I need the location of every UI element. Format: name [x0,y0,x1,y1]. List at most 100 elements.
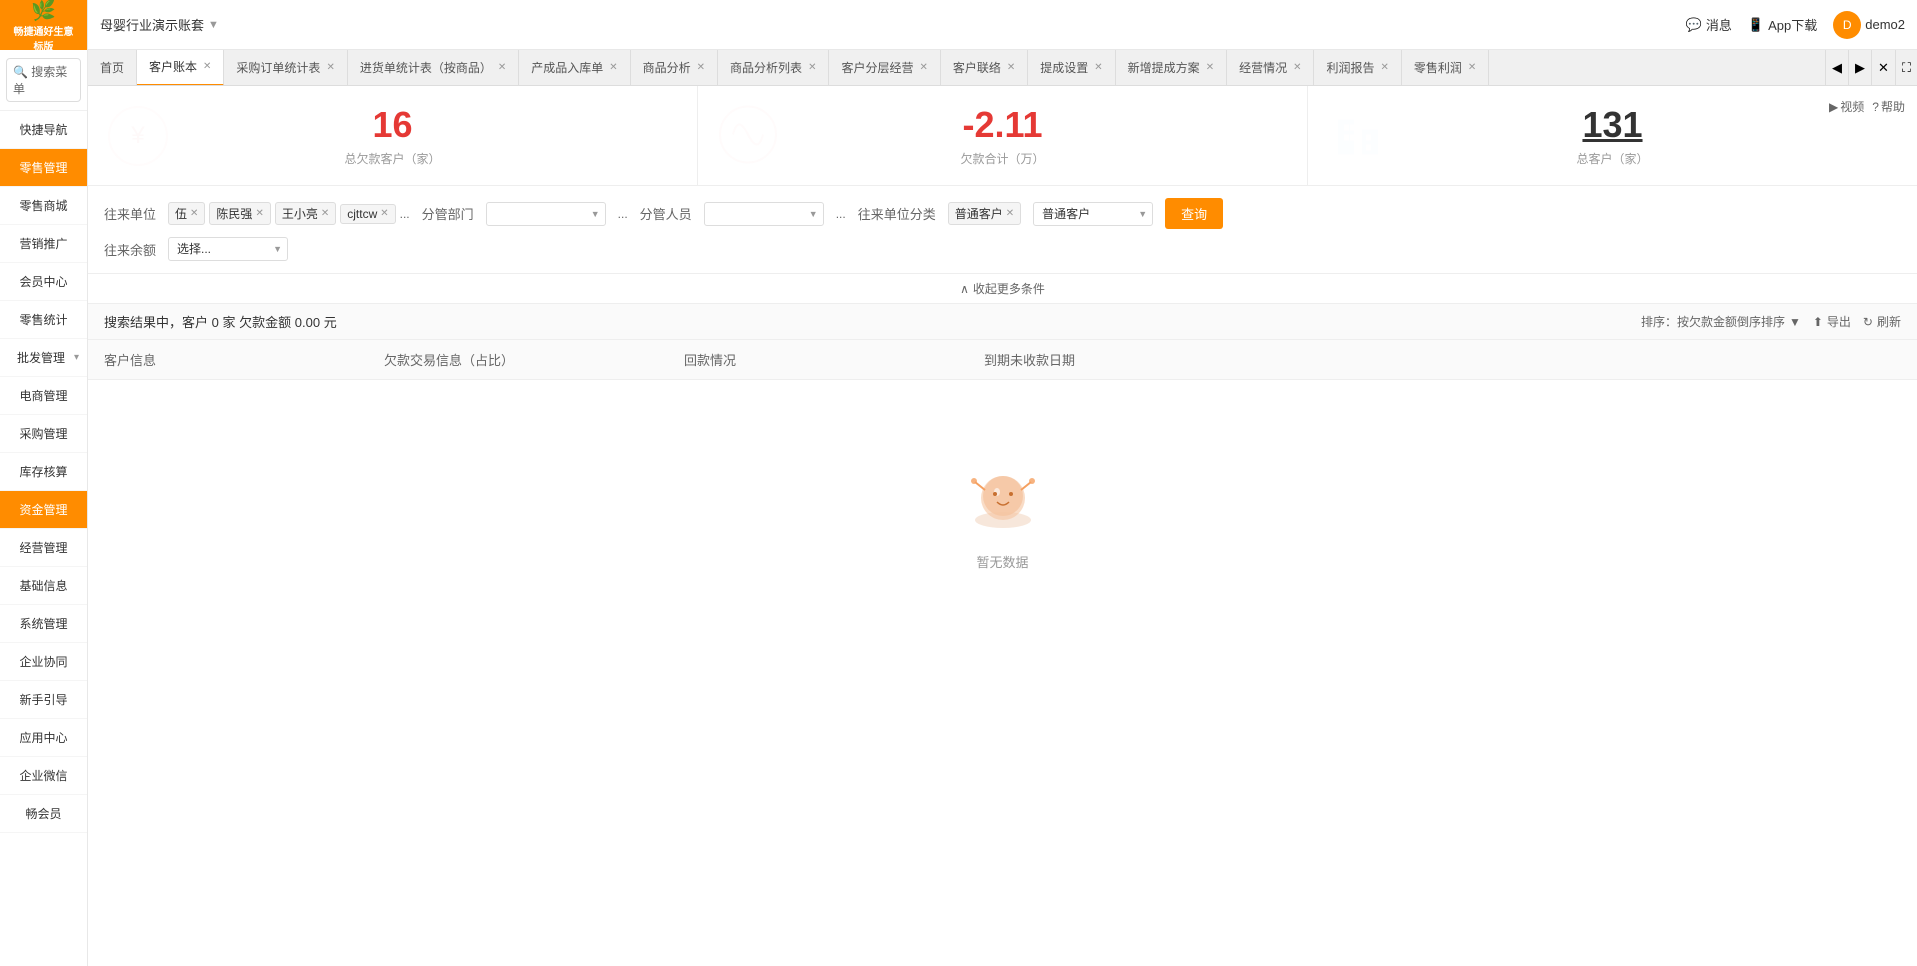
tab-close-6[interactable]: ✕ [808,62,816,73]
tab-4[interactable]: 产成品入库单 ✕ [519,50,630,86]
sort-selector[interactable]: 排序：按欠款金额倒序排序 ▼ [1641,313,1801,330]
tab-8[interactable]: 客户联络✕ [941,50,1028,86]
stat-label-debt-amount: 欠款合计（万） [960,150,1044,167]
logo-icon: 🌿 [31,0,56,23]
tab-close-7[interactable]: ✕ [919,62,927,73]
sidebar-item-16[interactable]: 企业微信 [0,757,87,795]
tab-close-9[interactable]: ✕ [1094,62,1102,73]
filter-unit-more[interactable]: ... [400,207,410,221]
filter-tag-chen-close[interactable]: ✕ [255,208,263,219]
tab-close-11[interactable]: ✕ [1293,62,1301,73]
tab-12[interactable]: 利润报告✕ [1314,50,1401,86]
sidebar-item-3[interactable]: 会员中心 [0,263,87,301]
tab-label-9: 提成设置 [1040,59,1088,76]
tab-label-2: 采购订单统计表 [236,59,320,76]
search-menu-button[interactable]: 🔍 搜索菜单 [6,58,81,102]
tab-close-4[interactable]: ✕ [609,62,617,73]
filter-tag-cjttcw-close[interactable]: ✕ [380,208,388,219]
query-button[interactable]: 查询 [1165,198,1223,229]
tab-close-13[interactable]: ✕ [1468,62,1476,73]
filter-dept-select[interactable] [486,202,606,226]
filter-tag-normal-customer-close[interactable]: ✕ [1006,208,1014,219]
empty-state: 暂无数据 [88,380,1917,651]
filter-tag-wu-close[interactable]: ✕ [190,208,198,219]
filter-person-more[interactable]: ... [836,207,846,221]
tab-close-1[interactable]: ✕ [203,61,211,72]
tab-13[interactable]: 零售利润✕ [1402,50,1489,86]
tab-label-4: 产成品入库单 [531,59,603,76]
sidebar-item-7[interactable]: 采购管理 [0,415,87,453]
tab-5[interactable]: 商品分析 ✕ [631,50,718,86]
tab-label-5: 商品分析 [643,59,691,76]
filter-dept-label: 分管部门 [422,204,474,223]
tab-9[interactable]: 提成设置 ✕ [1028,50,1115,86]
stat-label-total-customers: 总客户（家） [1576,150,1648,167]
sidebar-item-8[interactable]: 库存核算 [0,453,87,491]
sidebar-item-1[interactable]: 零售商城 [0,187,87,225]
filter-tag-cjttcw: cjttcw ✕ [340,204,395,224]
sidebar-item-10[interactable]: 经营管理 [0,529,87,567]
tab-close-8[interactable]: ✕ [1007,62,1015,73]
sidebar-item-17[interactable]: 畅会员 [0,795,87,833]
sidebar-item-6[interactable]: 电商管理 [0,377,87,415]
sidebar-item-11[interactable]: 基础信息 [0,567,87,605]
filter-dept-more[interactable]: ... [618,207,628,221]
tab-close-5[interactable]: ✕ [697,62,705,73]
stat-total-debt-customers: ¥ 16 总欠款客户（家） [88,86,698,185]
filter-tag-normal-customer: 普通客户 ✕ [948,202,1021,225]
export-button[interactable]: ⬆ 导出 [1813,313,1851,330]
filter-unit-tags: 伍 ✕ 陈民强 ✕ 王小亮 ✕ cjttcw ✕ [168,202,410,225]
sidebar-item-9[interactable]: 资金管理 [0,491,87,529]
sidebar-item-14[interactable]: 新手引导 [0,681,87,719]
video-help-button[interactable]: ▶ 视频 [1829,98,1864,115]
tab-1[interactable]: 客户账本✕ [137,50,224,86]
app-download-button[interactable]: 📱 App下载 [1748,15,1817,34]
tab-nav-close-all[interactable]: ✕ [1871,50,1895,86]
collapse-button[interactable]: ∧ 收起更多条件 [960,280,1045,297]
sidebar-item-13[interactable]: 企业协同 [0,643,87,681]
tab-label-10: 新增提成方案 [1128,59,1200,76]
app-download-label: App下载 [1768,15,1817,34]
help-button[interactable]: ? 帮助 [1872,98,1905,115]
user-name: demo2 [1865,17,1905,32]
app-download-icon: 📱 [1748,17,1764,33]
tab-6[interactable]: 商品分析列表✕ [718,50,829,86]
filter-category-select[interactable]: 普通客户 [1033,202,1153,226]
tab-0[interactable]: 首页 [88,50,137,86]
main-area: 母婴行业演示账套 ▼ 💬 消息 📱 App下载 D demo2 首页客户账本✕采… [88,0,1917,966]
tab-3[interactable]: 进货单统计表（按商品）✕ [348,50,519,86]
tab-2[interactable]: 采购订单统计表 ✕ [224,50,347,86]
tab-nav-next[interactable]: ▶ [1848,50,1871,86]
sidebar-item-2[interactable]: 营销推广 [0,225,87,263]
tab-11[interactable]: 经营情况✕ [1227,50,1314,86]
result-count-unit: 家 [223,315,236,330]
tab-10[interactable]: 新增提成方案 ✕ [1116,50,1227,86]
message-button[interactable]: 💬 消息 [1686,15,1732,34]
sidebar-item-4[interactable]: 零售统计 [0,301,87,339]
filter-person-select[interactable] [704,202,824,226]
stat-total-debt-amount: -2.11 欠款合计（万） [698,86,1308,185]
sidebar-item-5[interactable]: 批发管理▾ [0,339,87,377]
table-header: 客户信息 欠款交易信息（占比） 回款情况 到期未收款日期 [88,340,1917,380]
sidebar-item-quick-nav[interactable]: 快捷导航 [0,111,87,149]
tab-close-12[interactable]: ✕ [1381,62,1389,73]
sidebar-item-15[interactable]: 应用中心 [0,719,87,757]
account-selector[interactable]: 母婴行业演示账套 ▼ [100,15,219,34]
filter-tag-wang-close[interactable]: ✕ [321,208,329,219]
filter-category-label: 往来单位分类 [858,204,936,223]
stat-total-customers: 131 总客户（家） ▶ 视频 ? 帮助 [1308,86,1917,185]
filter-tag-wang: 王小亮 ✕ [275,202,336,225]
tab-nav-expand[interactable]: ⛶ [1895,50,1917,86]
tab-7[interactable]: 客户分层经营✕ [829,50,940,86]
filter-balance-select[interactable]: 选择... [168,237,288,261]
sidebar-logo: 🌿 畅捷通好生意 标版 [0,0,87,50]
tab-close-2[interactable]: ✕ [326,62,334,73]
tab-close-10[interactable]: ✕ [1206,62,1214,73]
user-avatar-area[interactable]: D demo2 [1833,11,1905,39]
tab-nav-prev[interactable]: ◀ [1825,50,1848,86]
refresh-button[interactable]: ↻ 刷新 [1863,313,1901,330]
sidebar-item-12[interactable]: 系统管理 [0,605,87,643]
sidebar-item-0[interactable]: 零售管理 [0,149,87,187]
filter-row-2: 往来余额 选择... [104,237,1901,261]
tab-close-3[interactable]: ✕ [498,62,506,73]
